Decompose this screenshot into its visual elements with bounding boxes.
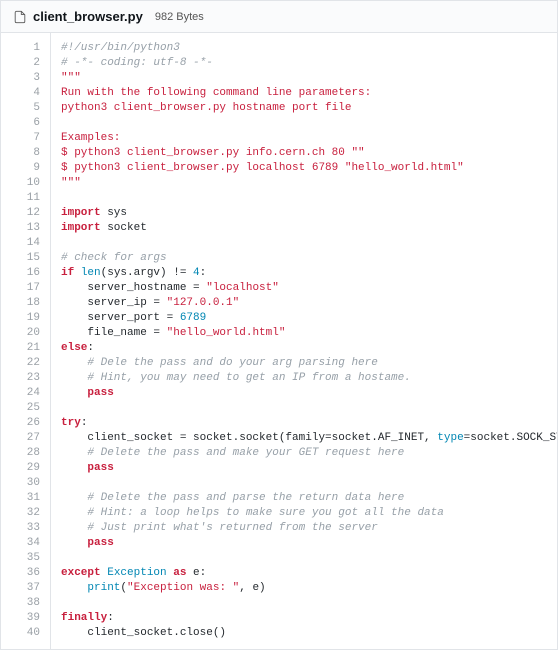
- line-number: 28: [1, 446, 50, 461]
- file-name[interactable]: client_browser.py: [33, 9, 143, 24]
- code-line[interactable]: pass: [61, 386, 557, 401]
- line-number: 15: [1, 251, 50, 266]
- line-number: 12: [1, 206, 50, 221]
- code-line[interactable]: # Delete the pass and parse the return d…: [61, 491, 557, 506]
- code-line[interactable]: [61, 116, 557, 131]
- line-number: 37: [1, 581, 50, 596]
- code-line[interactable]: # -*- coding: utf-8 -*-: [61, 56, 557, 71]
- line-number: 2: [1, 56, 50, 71]
- line-number: 16: [1, 266, 50, 281]
- code-line[interactable]: """: [61, 71, 557, 86]
- line-number: 5: [1, 101, 50, 116]
- line-number: 19: [1, 311, 50, 326]
- line-number: 26: [1, 416, 50, 431]
- code-line[interactable]: [61, 236, 557, 251]
- line-number: 1: [1, 41, 50, 56]
- code-line[interactable]: server_hostname = "localhost": [61, 281, 557, 296]
- line-number: 25: [1, 401, 50, 416]
- line-number: 39: [1, 611, 50, 626]
- line-number: 32: [1, 506, 50, 521]
- file-icon: [13, 10, 27, 24]
- line-number: 30: [1, 476, 50, 491]
- code-line[interactable]: file_name = "hello_world.html": [61, 326, 557, 341]
- file-size: 982 Bytes: [155, 11, 204, 23]
- line-number: 11: [1, 191, 50, 206]
- code-line[interactable]: """: [61, 176, 557, 191]
- code-line[interactable]: [61, 551, 557, 566]
- line-number: 22: [1, 356, 50, 371]
- line-number: 38: [1, 596, 50, 611]
- code-line[interactable]: [61, 401, 557, 416]
- line-number: 18: [1, 296, 50, 311]
- line-number: 7: [1, 131, 50, 146]
- code-line[interactable]: Examples:: [61, 131, 557, 146]
- line-number: 36: [1, 566, 50, 581]
- code-line[interactable]: server_ip = "127.0.0.1": [61, 296, 557, 311]
- line-number: 13: [1, 221, 50, 236]
- line-number: 35: [1, 551, 50, 566]
- code-area[interactable]: #!/usr/bin/python3# -*- coding: utf-8 -*…: [51, 33, 557, 649]
- code-line[interactable]: python3 client_browser.py hostname port …: [61, 101, 557, 116]
- line-number: 21: [1, 341, 50, 356]
- code-line[interactable]: finally:: [61, 611, 557, 626]
- line-number-gutter: 1234567891011121314151617181920212223242…: [1, 33, 51, 649]
- code-line[interactable]: [61, 476, 557, 491]
- code-line[interactable]: Run with the following command line para…: [61, 86, 557, 101]
- line-number: 4: [1, 86, 50, 101]
- code-line[interactable]: import socket: [61, 221, 557, 236]
- code-line[interactable]: # Delete the pass and make your GET requ…: [61, 446, 557, 461]
- code-line[interactable]: try:: [61, 416, 557, 431]
- file-header: client_browser.py 982 Bytes: [0, 0, 558, 33]
- line-number: 17: [1, 281, 50, 296]
- line-number: 3: [1, 71, 50, 86]
- code-line[interactable]: # Dele the pass and do your arg parsing …: [61, 356, 557, 371]
- code-line[interactable]: #!/usr/bin/python3: [61, 41, 557, 56]
- line-number: 23: [1, 371, 50, 386]
- code-line[interactable]: print("Exception was: ", e): [61, 581, 557, 596]
- line-number: 14: [1, 236, 50, 251]
- code-line[interactable]: # Just print what's returned from the se…: [61, 521, 557, 536]
- line-number: 6: [1, 116, 50, 131]
- code-line[interactable]: except Exception as e:: [61, 566, 557, 581]
- code-line[interactable]: pass: [61, 461, 557, 476]
- line-number: 33: [1, 521, 50, 536]
- code-line[interactable]: $ python3 client_browser.py info.cern.ch…: [61, 146, 557, 161]
- line-number: 27: [1, 431, 50, 446]
- line-number: 9: [1, 161, 50, 176]
- code-line[interactable]: pass: [61, 536, 557, 551]
- line-number: 20: [1, 326, 50, 341]
- code-line[interactable]: # Hint, you may need to get an IP from a…: [61, 371, 557, 386]
- code-line[interactable]: client_socket.close(): [61, 626, 557, 641]
- line-number: 8: [1, 146, 50, 161]
- line-number: 40: [1, 626, 50, 641]
- code-line[interactable]: server_port = 6789: [61, 311, 557, 326]
- code-line[interactable]: import sys: [61, 206, 557, 221]
- line-number: 31: [1, 491, 50, 506]
- line-number: 24: [1, 386, 50, 401]
- code-line[interactable]: # check for args: [61, 251, 557, 266]
- code-line[interactable]: $ python3 client_browser.py localhost 67…: [61, 161, 557, 176]
- code-line[interactable]: client_socket = socket.socket(family=soc…: [61, 431, 557, 446]
- code-line[interactable]: if len(sys.argv) != 4:: [61, 266, 557, 281]
- line-number: 34: [1, 536, 50, 551]
- line-number: 29: [1, 461, 50, 476]
- code-line[interactable]: else:: [61, 341, 557, 356]
- line-number: 10: [1, 176, 50, 191]
- code-line[interactable]: # Hint: a loop helps to make sure you go…: [61, 506, 557, 521]
- code-container: 1234567891011121314151617181920212223242…: [0, 33, 558, 650]
- code-line[interactable]: [61, 596, 557, 611]
- code-line[interactable]: [61, 191, 557, 206]
